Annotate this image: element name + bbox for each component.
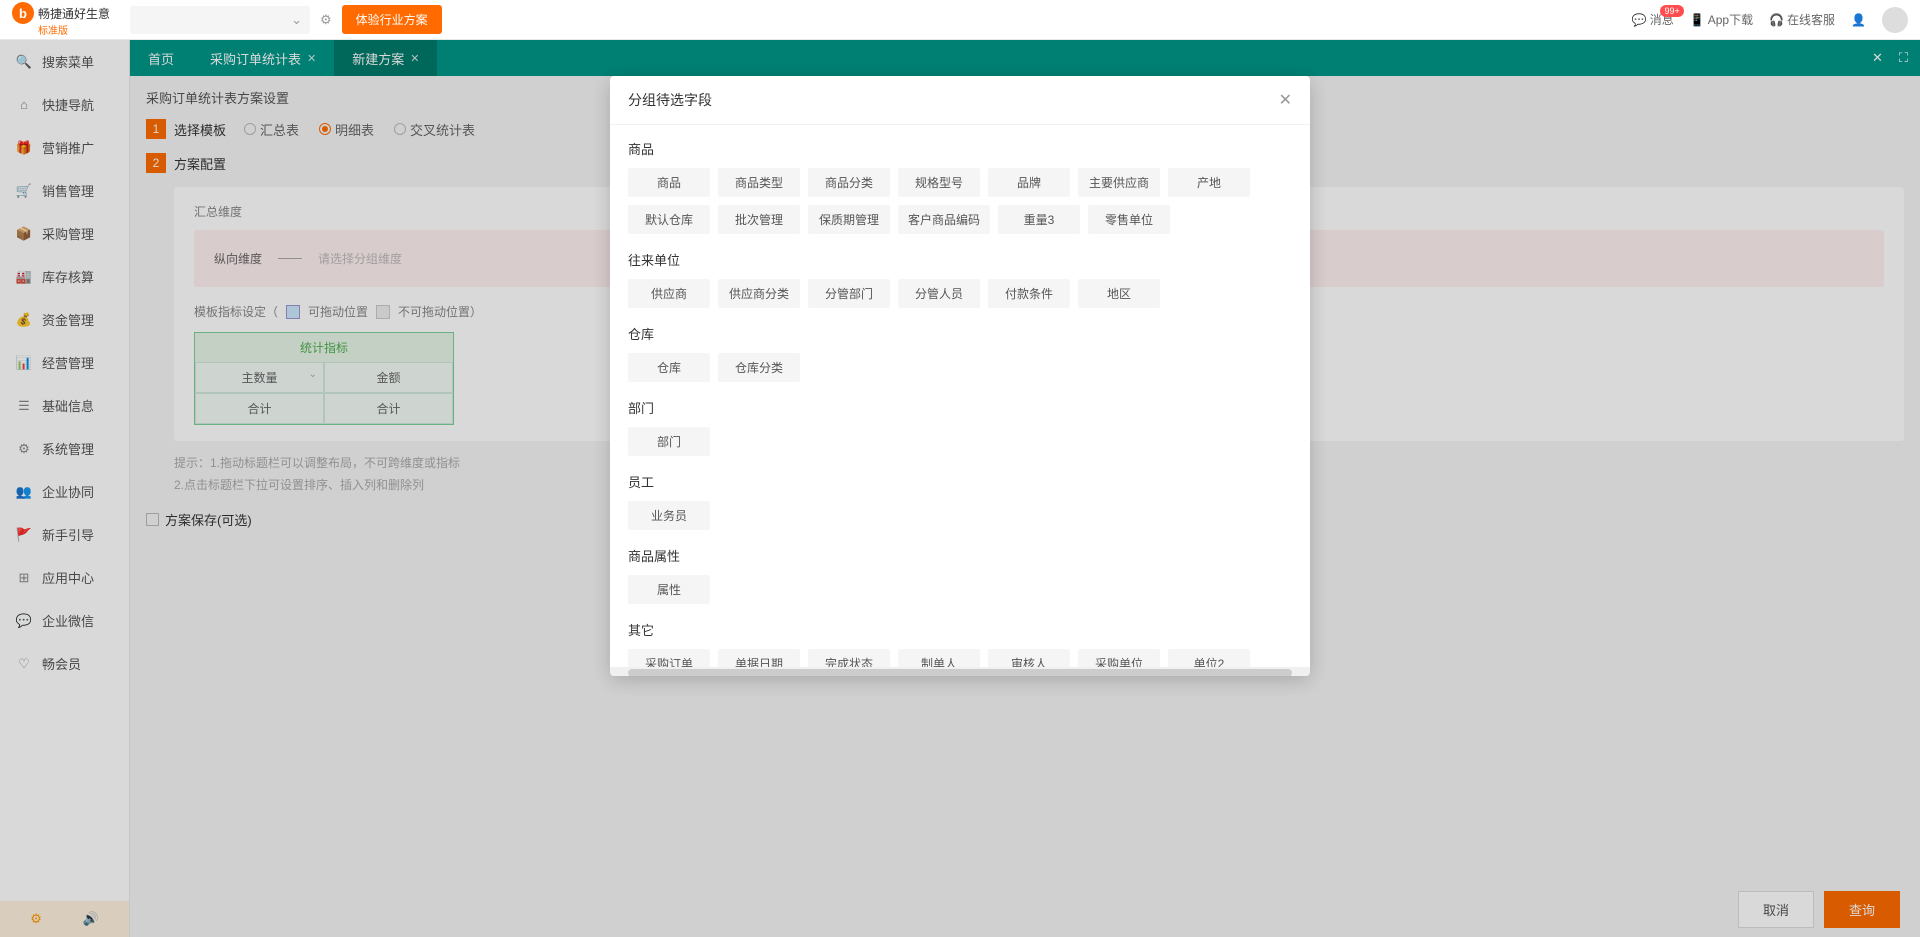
field-chip[interactable]: 品牌 (988, 168, 1070, 197)
phone-icon: 📱 (1690, 13, 1705, 27)
field-section-title: 仓库 (628, 324, 1292, 343)
field-section-title: 商品 (628, 139, 1292, 158)
field-chip[interactable]: 属性 (628, 575, 710, 604)
field-section-2: 仓库仓库仓库分类 (628, 324, 1292, 382)
field-section-5: 商品属性属性 (628, 546, 1292, 604)
field-selector-modal: 分组待选字段 ✕ 商品商品商品类型商品分类规格型号品牌主要供应商产地默认仓库批次… (610, 76, 1310, 676)
field-chip[interactable]: 批次管理 (718, 205, 800, 234)
field-chip[interactable]: 产地 (1168, 168, 1250, 197)
topbar-right: 💬 消息 99+ 📱 App下载 🎧 在线客服 👤 (1632, 7, 1908, 33)
field-chip[interactable]: 供应商分类 (718, 279, 800, 308)
field-chip[interactable]: 付款条件 (988, 279, 1070, 308)
modal-body: 商品商品商品类型商品分类规格型号品牌主要供应商产地默认仓库批次管理保质期管理客户… (610, 125, 1310, 667)
field-chip[interactable]: 采购单位 (1078, 649, 1160, 667)
modal-title: 分组待选字段 (628, 90, 712, 110)
field-grid: 仓库仓库分类 (628, 353, 1292, 382)
messages-link[interactable]: 💬 消息 99+ (1632, 11, 1674, 28)
field-grid: 属性 (628, 575, 1292, 604)
message-icon: 💬 (1632, 13, 1647, 27)
field-chip[interactable]: 制单人 (898, 649, 980, 667)
topbar: b 畅捷通好生意 标准版 ⌄ ⚙ 体验行业方案 💬 消息 99+ 📱 App下载… (0, 0, 1920, 40)
modal-header: 分组待选字段 ✕ (610, 76, 1310, 125)
field-chip[interactable]: 保质期管理 (808, 205, 890, 234)
chevron-down-icon: ⌄ (291, 12, 302, 28)
field-chip[interactable]: 默认仓库 (628, 205, 710, 234)
messages-badge: 99+ (1660, 5, 1683, 17)
field-chip[interactable]: 部门 (628, 427, 710, 456)
field-grid: 商品商品类型商品分类规格型号品牌主要供应商产地默认仓库批次管理保质期管理客户商品… (628, 168, 1292, 234)
logo-icon: b (12, 2, 34, 24)
field-chip[interactable]: 供应商 (628, 279, 710, 308)
avatar[interactable] (1882, 7, 1908, 33)
field-chip[interactable]: 客户商品编码 (898, 205, 990, 234)
field-chip[interactable]: 仓库分类 (718, 353, 800, 382)
field-section-3: 部门部门 (628, 398, 1292, 456)
field-section-6: 其它采购订单单据日期完成状态制单人审核人采购单位单位2主计量批号价格类型预计到货… (628, 620, 1292, 667)
online-cs-link[interactable]: 🎧 在线客服 (1769, 11, 1835, 28)
field-grid: 供应商供应商分类分管部门分管人员付款条件地区 (628, 279, 1292, 308)
field-grid: 业务员 (628, 501, 1292, 530)
settings-gear-icon[interactable]: ⚙ (320, 12, 332, 28)
field-chip[interactable]: 地区 (1078, 279, 1160, 308)
field-grid: 采购订单单据日期完成状态制单人审核人采购单位单位2主计量批号价格类型预计到货日期… (628, 649, 1292, 667)
logo-subtitle: 标准版 (38, 22, 110, 37)
field-section-4: 员工业务员 (628, 472, 1292, 530)
field-chip[interactable]: 重量3 (998, 205, 1080, 234)
field-section-title: 员工 (628, 472, 1292, 491)
modal-h-scrollbar[interactable] (610, 667, 1310, 676)
app-download-link[interactable]: 📱 App下载 (1690, 11, 1753, 28)
field-chip[interactable]: 主要供应商 (1078, 168, 1160, 197)
field-chip[interactable]: 业务员 (628, 501, 710, 530)
field-section-1: 往来单位供应商供应商分类分管部门分管人员付款条件地区 (628, 250, 1292, 308)
field-chip[interactable]: 规格型号 (898, 168, 980, 197)
field-chip[interactable]: 商品 (628, 168, 710, 197)
field-section-title: 商品属性 (628, 546, 1292, 565)
company-dropdown[interactable]: ⌄ (130, 6, 310, 34)
field-chip[interactable]: 分管人员 (898, 279, 980, 308)
field-section-title: 往来单位 (628, 250, 1292, 269)
modal-h-scrollbar-thumb[interactable] (628, 669, 1292, 676)
field-chip[interactable]: 仓库 (628, 353, 710, 382)
field-section-title: 部门 (628, 398, 1292, 417)
user-icon[interactable]: 👤 (1851, 13, 1866, 27)
modal-close-icon[interactable]: ✕ (1279, 90, 1292, 110)
field-grid: 部门 (628, 427, 1292, 456)
headset-icon: 🎧 (1769, 13, 1784, 27)
experience-button[interactable]: 体验行业方案 (342, 5, 442, 34)
field-chip[interactable]: 采购订单 (628, 649, 710, 667)
field-chip[interactable]: 分管部门 (808, 279, 890, 308)
logo-area: b 畅捷通好生意 标准版 (12, 2, 110, 37)
field-section-title: 其它 (628, 620, 1292, 639)
field-chip[interactable]: 单据日期 (718, 649, 800, 667)
logo-text: 畅捷通好生意 (38, 5, 110, 22)
modal-overlay[interactable]: 分组待选字段 ✕ 商品商品商品类型商品分类规格型号品牌主要供应商产地默认仓库批次… (0, 40, 1920, 937)
field-chip[interactable]: 审核人 (988, 649, 1070, 667)
field-section-0: 商品商品商品类型商品分类规格型号品牌主要供应商产地默认仓库批次管理保质期管理客户… (628, 139, 1292, 234)
field-chip[interactable]: 商品分类 (808, 168, 890, 197)
field-chip[interactable]: 零售单位 (1088, 205, 1170, 234)
field-chip[interactable]: 商品类型 (718, 168, 800, 197)
field-chip[interactable]: 完成状态 (808, 649, 890, 667)
field-chip[interactable]: 单位2 (1168, 649, 1250, 667)
